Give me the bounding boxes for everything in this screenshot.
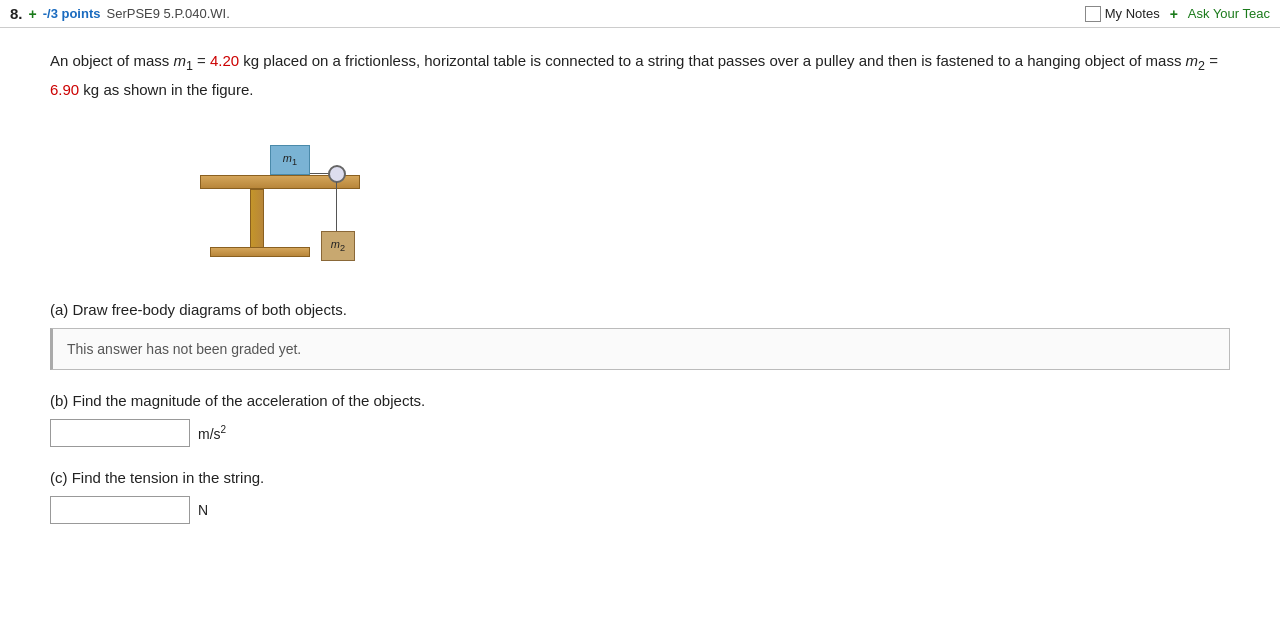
part-b-input[interactable]: [50, 419, 190, 447]
my-notes-button[interactable]: My Notes: [1085, 6, 1160, 22]
m2-block-label: m2: [331, 238, 345, 253]
points-text: -/3 points: [43, 6, 101, 21]
table-base: [210, 247, 310, 257]
part-a-answer-text: This answer has not been graded yet.: [67, 341, 301, 357]
text-before-m1: An object of mass: [50, 52, 173, 69]
top-bar-right: My Notes + Ask Your Teac: [1085, 6, 1270, 22]
part-c-input-row: N: [50, 496, 1230, 524]
part-b: (b) Find the magnitude of the accelerati…: [50, 392, 1230, 447]
m2-value: 6.90: [50, 81, 79, 98]
text-after-m2: kg as shown in the figure.: [79, 81, 253, 98]
problem-id: SerPSE9 5.P.040.WI.: [106, 6, 229, 21]
question-number: 8.: [10, 5, 23, 22]
part-a-label: (a) Draw free-body diagrams of both obje…: [50, 301, 347, 318]
part-c-unit: N: [198, 502, 208, 518]
part-c-label: (c) Find the tension in the string.: [50, 469, 264, 486]
m1-block-label: m1: [283, 152, 297, 167]
top-bar: 8. + -/3 points SerPSE9 5.P.040.WI. My N…: [0, 0, 1280, 28]
part-b-unit: m/s2: [198, 424, 226, 442]
m1-label: m1: [173, 52, 192, 69]
part-b-label: (b) Find the magnitude of the accelerati…: [50, 392, 425, 409]
block-m2: m2: [321, 231, 355, 261]
problem-statement: An object of mass m1 = 4.20 kg placed on…: [50, 48, 1230, 103]
pulley: [328, 165, 346, 183]
add-points-icon: +: [29, 6, 37, 22]
ask-teacher-button[interactable]: Ask Your Teac: [1188, 6, 1270, 21]
part-a: (a) Draw free-body diagrams of both obje…: [50, 301, 1230, 370]
figure: m1 m2: [170, 119, 390, 279]
notes-icon: [1085, 6, 1101, 22]
part-c: (c) Find the tension in the string. N: [50, 469, 1230, 524]
string-vertical: [336, 182, 337, 232]
m2-label: m2: [1186, 52, 1205, 69]
part-b-input-row: m/s2: [50, 419, 1230, 447]
m2-equals: =: [1205, 52, 1218, 69]
top-bar-left: 8. + -/3 points SerPSE9 5.P.040.WI.: [10, 5, 230, 22]
my-notes-label: My Notes: [1105, 6, 1160, 21]
m1-value: 4.20: [210, 52, 239, 69]
m1-equals: =: [193, 52, 210, 69]
block-m1: m1: [270, 145, 310, 175]
text-after-m1: kg placed on a frictionless, horizontal …: [239, 52, 1185, 69]
table-leg: [250, 189, 264, 249]
main-content: An object of mass m1 = 4.20 kg placed on…: [0, 28, 1280, 544]
part-a-answer-box: This answer has not been graded yet.: [50, 328, 1230, 370]
part-c-input[interactable]: [50, 496, 190, 524]
ask-teacher-add-icon: +: [1170, 6, 1178, 22]
